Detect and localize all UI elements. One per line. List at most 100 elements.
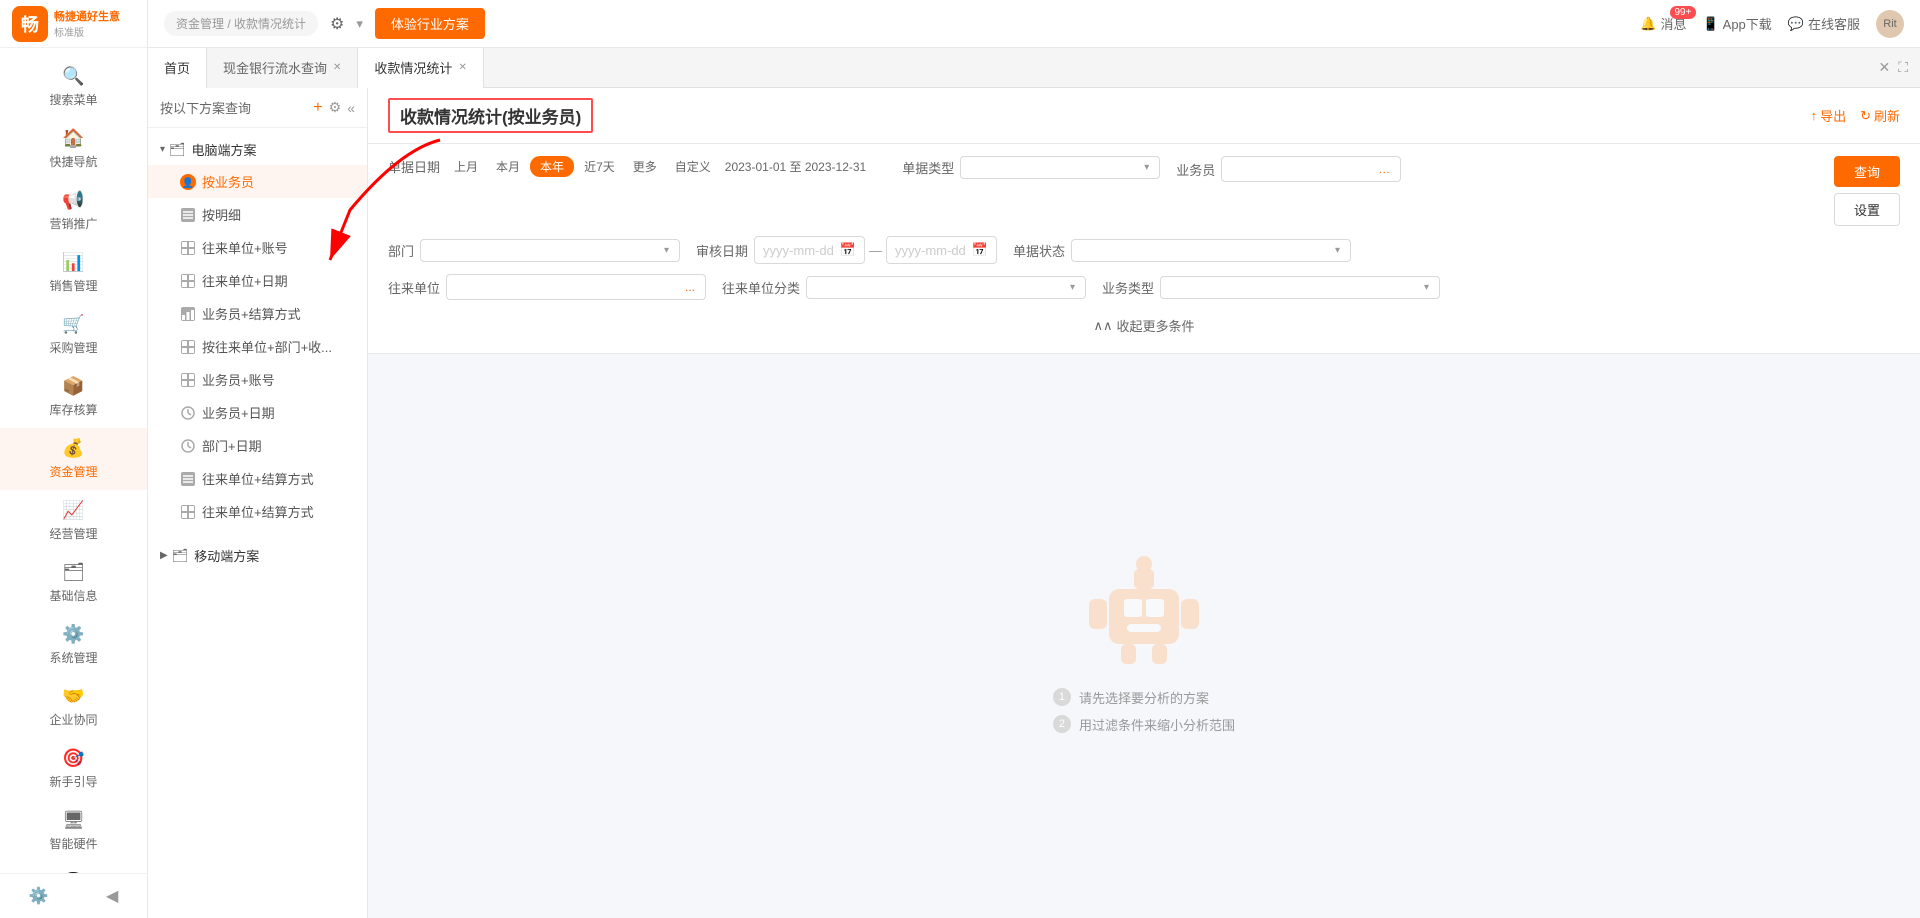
add-scheme-btn[interactable]: +	[313, 99, 322, 117]
sidebar-item-guide[interactable]: 🎯 新手引导	[0, 738, 147, 800]
sidebar-item-inventory[interactable]: 📦 库存核算	[0, 366, 147, 428]
sidebar-item-label: 新手引导	[49, 773, 97, 790]
tree-mobile-header[interactable]: ▶ 🗂 移动端方案	[148, 540, 367, 571]
dept-arrow-icon: ▾	[664, 245, 669, 256]
user-avatar[interactable]: Rit	[1876, 10, 1904, 38]
salesperson-account-icon	[180, 372, 196, 388]
sidebar-item-label: 库存核算	[49, 401, 97, 418]
sidebar-item-purchase[interactable]: 🛒 采购管理	[0, 304, 147, 366]
date-tab-7days[interactable]: 近7天	[576, 156, 623, 177]
audit-date-start[interactable]: yyyy-mm-dd 📅	[754, 236, 865, 264]
sidebar-settings-btn[interactable]: ⚙️	[29, 886, 49, 906]
tab-bank-flow[interactable]: 现金银行流水查询 ✕	[207, 48, 358, 88]
sidebar-footer: ⚙️ ◀	[0, 873, 147, 918]
sidebar-item-label: 采购管理	[49, 339, 97, 356]
salesperson-more-icon[interactable]: …	[1378, 162, 1390, 176]
right-panel: 收款情况统计(按业务员) ↑ 导出 ↻ 刷新	[368, 88, 1920, 918]
refresh-btn[interactable]: ↻ 刷新	[1860, 106, 1900, 125]
header-gear-icon[interactable]: ⚙	[330, 14, 344, 34]
logo-badge: 标准版	[54, 24, 120, 39]
tree-item-partner-dept-collect[interactable]: 按往来单位+部门+收...	[148, 330, 367, 363]
sidebar-collapse-btn[interactable]: ◀	[106, 886, 118, 906]
notification-btn[interactable]: 🔔 消息 99+	[1640, 14, 1686, 33]
trial-btn[interactable]: 体验行业方案	[375, 8, 485, 39]
sidebar-item-hardware[interactable]: 🖥 智能硬件	[0, 800, 147, 862]
tree-arrow-right-icon: ▶	[160, 550, 168, 561]
tab-collection-stat[interactable]: 收款情况统计 ✕	[358, 48, 483, 88]
sidebar-item-basic[interactable]: 🗂 基础信息	[0, 552, 147, 614]
collapse-panel-icon[interactable]: «	[347, 100, 355, 116]
date-tab-last-month[interactable]: 上月	[446, 156, 486, 177]
sidebar-nav: 🔍 搜索菜单 🏠 快捷导航 📢 营销推广 📊 销售管理 🛒 采购管理 📦	[0, 48, 147, 873]
partner-select[interactable]: ...	[446, 274, 706, 300]
tab-collection-stat-close[interactable]: ✕	[458, 62, 466, 73]
tree-item-label: 部门+日期	[202, 436, 262, 455]
tree-item-by-detail[interactable]: 按明细	[148, 198, 367, 231]
tab-bank-flow-close[interactable]: ✕	[333, 62, 341, 73]
sidebar-item-enterprise[interactable]: 🤝 企业协同	[0, 676, 147, 738]
online-service-btn[interactable]: 💬 在线客服	[1788, 14, 1860, 33]
header-dropdown-icon[interactable]: ▾	[356, 16, 363, 32]
tree-desktop-header[interactable]: ▾ 🗂 电脑端方案	[148, 134, 367, 165]
sidebar-item-search-menu[interactable]: 🔍 搜索菜单	[0, 56, 147, 118]
tree-item-by-salesperson[interactable]: 👤 按业务员	[148, 165, 367, 198]
sidebar-item-wechat[interactable]: 💬 企业微信	[0, 862, 147, 873]
main-area: 资金管理 / 收款情况统计 ⚙ ▾ 体验行业方案 🔔 消息 99+ 📱 App下…	[148, 0, 1920, 918]
hardware-icon: 🖥	[62, 810, 85, 831]
tree-item-salesperson-settle[interactable]: 业务员+结算方式	[148, 297, 367, 330]
tree-item-label: 往来单位+结算方式	[202, 469, 314, 488]
dept-select[interactable]: ▾	[420, 239, 680, 262]
sidebar-item-system[interactable]: ⚙️ 系统管理	[0, 614, 147, 676]
date-tab-this-month[interactable]: 本月	[488, 156, 528, 177]
breadcrumb-text: 资金管理 / 收款情况统计	[176, 17, 306, 31]
salesperson-select[interactable]: …	[1221, 156, 1401, 182]
app-download-btn[interactable]: 📱 App下载	[1702, 14, 1771, 33]
sidebar-item-marketing[interactable]: 📢 营销推广	[0, 180, 147, 242]
business-type-label: 业务类型	[1102, 278, 1154, 297]
query-btn[interactable]: 查询	[1834, 156, 1900, 187]
collapse-filter-btn[interactable]: ∧∧ 收起更多条件	[388, 310, 1900, 341]
tree-mobile-section: ▶ 🗂 移动端方案	[148, 534, 367, 577]
export-icon: ↑	[1811, 108, 1818, 123]
date-tab-more[interactable]: 更多	[625, 156, 665, 177]
voucher-type-select[interactable]: ▾	[960, 156, 1160, 179]
phone-icon: 📱	[1702, 16, 1718, 32]
close-window-btn[interactable]: ✕	[1878, 59, 1890, 76]
sidebar-item-finance[interactable]: 💰 资金管理	[0, 428, 147, 490]
sidebar-item-operations[interactable]: 📈 经营管理	[0, 490, 147, 552]
tree-item-partner-account[interactable]: 往来单位+账号	[148, 231, 367, 264]
partner-category-arrow-icon: ▾	[1070, 282, 1075, 293]
tree-item-label: 按明细	[202, 205, 241, 224]
action-buttons: 查询 设置	[1834, 156, 1900, 226]
tree-item-partner-settle2[interactable]: 往来单位+结算方式	[148, 495, 367, 528]
tree-mobile-folder-icon: 🗂	[172, 548, 189, 564]
scheme-settings-icon[interactable]: ⚙	[329, 99, 342, 116]
filter-settings-btn[interactable]: 设置	[1834, 193, 1900, 226]
basic-icon: 🗂	[62, 562, 85, 583]
sidebar-item-quick-nav[interactable]: 🏠 快捷导航	[0, 118, 147, 180]
partner-more-icon[interactable]: ...	[685, 280, 695, 294]
tab-collection-stat-label: 收款情况统计	[374, 58, 452, 77]
tree-item-dept-date[interactable]: 部门+日期	[148, 429, 367, 462]
tree-item-partner-date[interactable]: 往来单位+日期	[148, 264, 367, 297]
tab-home[interactable]: 首页	[148, 48, 207, 88]
audit-date-end[interactable]: yyyy-mm-dd 📅	[886, 236, 997, 264]
export-btn[interactable]: ↑ 导出	[1811, 106, 1847, 125]
inventory-icon: 📦	[62, 376, 84, 397]
date-tab-this-year[interactable]: 本年	[530, 156, 574, 177]
partner-category-select[interactable]: ▾	[806, 276, 1086, 299]
date-tab-custom[interactable]: 自定义	[667, 156, 719, 177]
refresh-label: 刷新	[1874, 106, 1900, 125]
notification-badge: 99+	[1670, 6, 1697, 19]
maximize-btn[interactable]: ⛶	[1898, 59, 1908, 76]
tab-home-label: 首页	[164, 58, 190, 77]
partner-settle1-icon	[180, 471, 196, 487]
voucher-status-select[interactable]: ▾	[1071, 239, 1351, 262]
business-type-select[interactable]: ▾	[1160, 276, 1440, 299]
sidebar-item-sales[interactable]: 📊 销售管理	[0, 242, 147, 304]
tree-item-salesperson-account[interactable]: 业务员+账号	[148, 363, 367, 396]
tree-item-partner-settle1[interactable]: 往来单位+结算方式	[148, 462, 367, 495]
salesperson-filter: 业务员 …	[1176, 156, 1401, 182]
partner-dept-icon	[180, 339, 196, 355]
tree-item-salesperson-date[interactable]: 业务员+日期	[148, 396, 367, 429]
